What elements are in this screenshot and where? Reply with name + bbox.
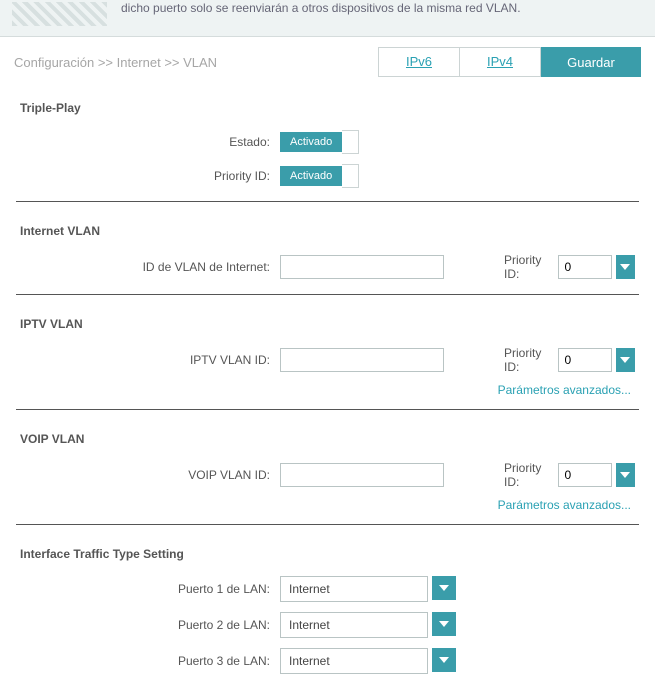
toggle-priority[interactable]: Activado: [280, 164, 359, 188]
select-lan1[interactable]: Internet: [280, 576, 456, 602]
section-voip-vlan: VOIP VLAN: [0, 418, 655, 456]
link-voip-advanced[interactable]: Parámetros avanzados...: [498, 498, 631, 512]
section-triple-play: Triple-Play: [0, 87, 655, 125]
chevron-down-icon: [432, 576, 456, 600]
label-lan1: Puerto 1 de LAN:: [20, 582, 280, 596]
label-internet-vlan-id: ID de VLAN de Internet:: [20, 260, 280, 274]
dropdown-iptv-priority[interactable]: [616, 348, 636, 372]
select-lan1-value: Internet: [280, 576, 428, 602]
tab-ipv6[interactable]: IPv6: [378, 47, 460, 77]
label-internet-priority: Priority ID:: [504, 253, 550, 281]
select-lan2[interactable]: Internet: [280, 612, 456, 638]
divider: [16, 524, 639, 525]
info-banner: dicho puerto solo se reenviarán a otros …: [0, 0, 655, 37]
label-voip-vlan-id: VOIP VLAN ID:: [20, 468, 280, 482]
toggle-priority-state: Activado: [280, 166, 342, 186]
input-internet-vlan-id[interactable]: [280, 255, 444, 279]
toggle-estado-state: Activado: [280, 132, 342, 152]
label-lan3: Puerto 3 de LAN:: [20, 654, 280, 668]
tab-ipv4[interactable]: IPv4: [460, 47, 541, 77]
breadcrumb: Configuración >> Internet >> VLAN: [14, 55, 378, 70]
input-internet-priority[interactable]: [558, 255, 612, 279]
save-button[interactable]: Guardar: [541, 47, 641, 77]
input-voip-vlan-id[interactable]: [280, 463, 444, 487]
section-iptv-vlan: IPTV VLAN: [0, 303, 655, 341]
link-iptv-advanced[interactable]: Parámetros avanzados...: [498, 383, 631, 397]
toggle-estado-handle: [342, 130, 359, 154]
chevron-down-icon: [432, 648, 456, 672]
divider: [16, 409, 639, 410]
dropdown-voip-priority[interactable]: [616, 463, 636, 487]
select-lan2-value: Internet: [280, 612, 428, 638]
topbar: Configuración >> Internet >> VLAN IPv6 I…: [0, 37, 655, 87]
label-priority-toggle: Priority ID:: [20, 169, 280, 183]
input-voip-priority[interactable]: [558, 463, 612, 487]
label-lan2: Puerto 2 de LAN:: [20, 618, 280, 632]
label-iptv-priority: Priority ID:: [504, 346, 550, 374]
input-iptv-priority[interactable]: [558, 348, 612, 372]
toggle-estado[interactable]: Activado: [280, 130, 359, 154]
chevron-down-icon: [432, 612, 456, 636]
input-iptv-vlan-id[interactable]: [280, 348, 444, 372]
section-interface-traffic: Interface Traffic Type Setting: [0, 533, 655, 571]
section-internet-vlan: Internet VLAN: [0, 210, 655, 248]
label-voip-priority: Priority ID:: [504, 461, 550, 489]
banner-icon: [12, 2, 107, 26]
select-lan3[interactable]: Internet: [280, 648, 456, 674]
label-iptv-vlan-id: IPTV VLAN ID:: [20, 353, 280, 367]
divider: [16, 294, 639, 295]
banner-text: dicho puerto solo se reenviarán a otros …: [121, 0, 521, 17]
divider: [16, 201, 639, 202]
toggle-priority-handle: [342, 164, 359, 188]
select-lan3-value: Internet: [280, 648, 428, 674]
label-estado: Estado:: [20, 135, 280, 149]
dropdown-internet-priority[interactable]: [616, 255, 636, 279]
